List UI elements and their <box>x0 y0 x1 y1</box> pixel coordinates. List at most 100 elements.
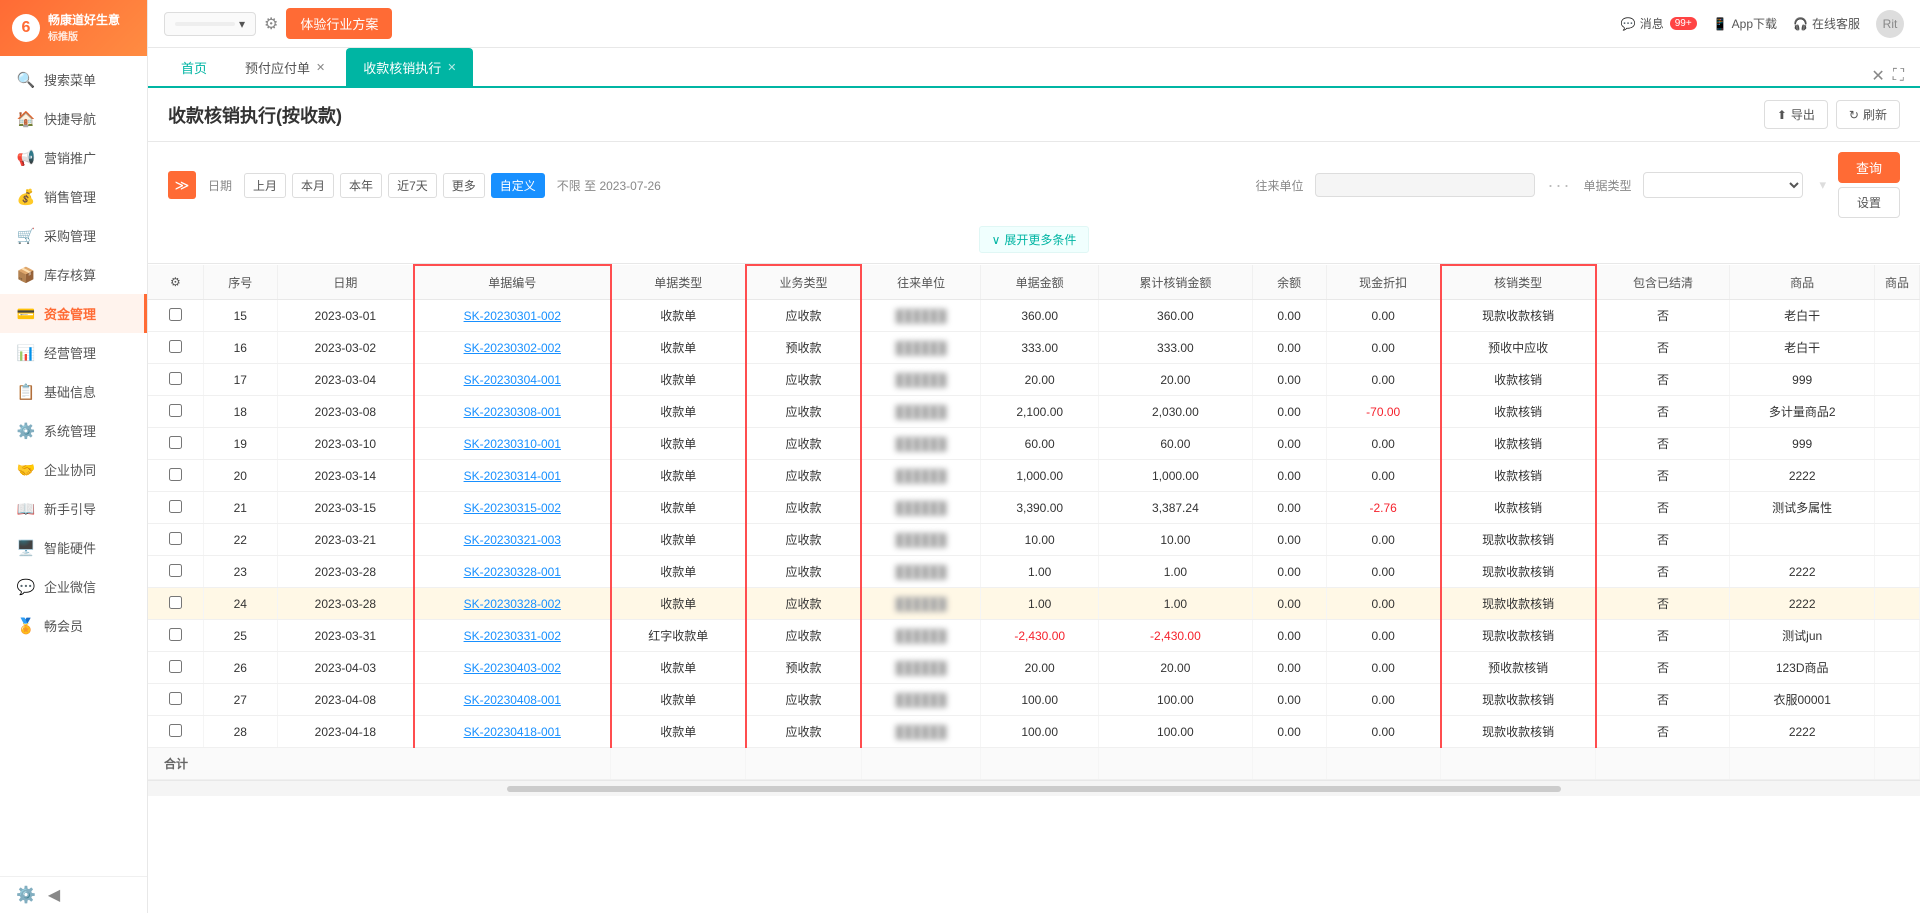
voucher-no-link[interactable]: SK-20230314-001 <box>464 469 561 483</box>
service-btn[interactable]: 🎧 在线客服 <box>1793 15 1860 32</box>
voucher-no-link[interactable]: SK-20230331-002 <box>464 629 561 643</box>
sidebar-item-marketing[interactable]: 📢营销推广 <box>0 138 147 177</box>
td-checkbox[interactable] <box>148 716 203 748</box>
tab-advance[interactable]: 预付应付单 ✕ <box>228 48 342 86</box>
td-voucher-no: SK-20230315-002 <box>414 492 611 524</box>
th-settings[interactable]: ⚙ <box>148 265 203 300</box>
row-checkbox[interactable] <box>169 436 182 449</box>
company-selector[interactable]: ▾ <box>164 12 256 36</box>
message-btn[interactable]: 💬 消息 99+ <box>1621 15 1697 32</box>
sidebar-item-finance[interactable]: 💳资金管理 <box>0 294 147 333</box>
row-checkbox[interactable] <box>169 628 182 641</box>
receipt-tab-close[interactable]: ✕ <box>447 61 456 74</box>
row-checkbox[interactable] <box>169 564 182 577</box>
sidebar-item-operation[interactable]: 📊经营管理 <box>0 333 147 372</box>
td-checkbox[interactable] <box>148 588 203 620</box>
sidebar-item-purchase[interactable]: 🛒采购管理 <box>0 216 147 255</box>
voucher-no-link[interactable]: SK-20230408-001 <box>464 693 561 707</box>
row-checkbox[interactable] <box>169 692 182 705</box>
sidebar-label-hardware: 智能硬件 <box>44 538 96 557</box>
sidebar-item-hardware[interactable]: 🖥️智能硬件 <box>0 528 147 567</box>
td-voucher-no: SK-20230403-002 <box>414 652 611 684</box>
voucher-no-link[interactable]: SK-20230310-001 <box>464 437 561 451</box>
topbar-gear-icon[interactable]: ⚙ <box>264 14 278 34</box>
horizontal-scrollbar[interactable] <box>148 780 1920 796</box>
td-checkbox[interactable] <box>148 556 203 588</box>
sidebar-item-search[interactable]: 🔍搜索菜单 <box>0 60 147 99</box>
row-checkbox[interactable] <box>169 596 182 609</box>
voucher-no-link[interactable]: SK-20230403-002 <box>464 661 561 675</box>
setting-btn[interactable]: 设置 <box>1838 187 1900 218</box>
td-checkbox[interactable] <box>148 300 203 332</box>
tab-expand-icon[interactable]: ⛶ <box>1893 67 1904 85</box>
advance-tab-close[interactable]: ✕ <box>316 61 325 74</box>
custom-date-btn[interactable]: 自定义 <box>491 173 545 198</box>
row-checkbox[interactable] <box>169 500 182 513</box>
td-checkbox[interactable] <box>148 428 203 460</box>
sidebar-item-guide[interactable]: 📖新手引导 <box>0 489 147 528</box>
partner-blurred: ██████ <box>896 533 947 547</box>
user-avatar[interactable]: Rit <box>1876 10 1904 38</box>
td-checkbox[interactable] <box>148 620 203 652</box>
td-checkbox[interactable] <box>148 364 203 396</box>
this-year-btn[interactable]: 本年 <box>340 173 382 198</box>
collapse-filter-btn[interactable]: ≫ <box>168 171 196 199</box>
sidebar-item-system[interactable]: ⚙️系统管理 <box>0 411 147 450</box>
voucher-type-select[interactable] <box>1643 172 1803 198</box>
sidebar-item-wechat[interactable]: 💬企业微信 <box>0 567 147 606</box>
export-btn[interactable]: ⬆ 导出 <box>1764 100 1828 129</box>
row-checkbox[interactable] <box>169 372 182 385</box>
td-product: 999 <box>1730 428 1875 460</box>
sidebar-item-inventory[interactable]: 📦库存核算 <box>0 255 147 294</box>
voucher-no-link[interactable]: SK-20230328-001 <box>464 565 561 579</box>
row-checkbox[interactable] <box>169 340 182 353</box>
more-filter-dots[interactable]: ··· <box>1547 175 1571 196</box>
td-checkbox[interactable] <box>148 524 203 556</box>
column-settings-icon[interactable]: ⚙ <box>170 275 181 289</box>
row-checkbox[interactable] <box>169 532 182 545</box>
voucher-no-link[interactable]: SK-20230308-001 <box>464 405 561 419</box>
sidebar-item-quick[interactable]: 🏠快捷导航 <box>0 99 147 138</box>
row-checkbox[interactable] <box>169 468 182 481</box>
row-checkbox[interactable] <box>169 404 182 417</box>
app-download-btn[interactable]: 📱 App下载 <box>1713 15 1777 32</box>
voucher-no-link[interactable]: SK-20230418-001 <box>464 725 561 739</box>
voucher-no-link[interactable]: SK-20230302-002 <box>464 341 561 355</box>
refresh-btn[interactable]: ↻ 刷新 <box>1836 100 1900 129</box>
sidebar-item-enterprise[interactable]: 🤝企业协同 <box>0 450 147 489</box>
tab-home[interactable]: 首页 <box>164 48 224 86</box>
voucher-no-link[interactable]: SK-20230304-001 <box>464 373 561 387</box>
row-checkbox[interactable] <box>169 724 182 737</box>
more-date-btn[interactable]: 更多 <box>443 173 485 198</box>
last-month-btn[interactable]: 上月 <box>244 173 286 198</box>
td-biz-type: 应收款 <box>746 684 861 716</box>
sidebar-item-sales[interactable]: 💰销售管理 <box>0 177 147 216</box>
tab-close-all-icon[interactable]: ✕ <box>1871 66 1884 86</box>
voucher-no-link[interactable]: SK-20230315-002 <box>464 501 561 515</box>
collapse-icon[interactable]: ◀ <box>48 885 60 905</box>
solution-btn[interactable]: 体验行业方案 <box>286 8 392 39</box>
settings-icon[interactable]: ⚙️ <box>16 885 36 905</box>
td-product2 <box>1874 428 1919 460</box>
table-row: 22 2023-03-21 SK-20230321-003 收款单 应收款 ██… <box>148 524 1920 556</box>
row-checkbox[interactable] <box>169 308 182 321</box>
voucher-no-link[interactable]: SK-20230301-002 <box>464 309 561 323</box>
voucher-no-link[interactable]: SK-20230321-003 <box>464 533 561 547</box>
row-checkbox[interactable] <box>169 660 182 673</box>
query-btn[interactable]: 查询 <box>1838 152 1900 183</box>
voucher-no-link[interactable]: SK-20230328-002 <box>464 597 561 611</box>
td-checkbox[interactable] <box>148 332 203 364</box>
tabbar-right: ✕ ⛶ <box>1871 66 1904 86</box>
td-checkbox[interactable] <box>148 652 203 684</box>
td-checkbox[interactable] <box>148 492 203 524</box>
sidebar-item-basic[interactable]: 📋基础信息 <box>0 372 147 411</box>
expand-more-btn[interactable]: ∨ 展开更多条件 <box>979 226 1090 253</box>
td-checkbox[interactable] <box>148 684 203 716</box>
last-7days-btn[interactable]: 近7天 <box>388 173 437 198</box>
this-month-btn[interactable]: 本月 <box>292 173 334 198</box>
tab-receipt[interactable]: 收款核销执行 ✕ <box>346 48 473 86</box>
td-checkbox[interactable] <box>148 396 203 428</box>
td-checkbox[interactable] <box>148 460 203 492</box>
partner-input[interactable] <box>1315 173 1535 197</box>
sidebar-item-member[interactable]: 🏅畅会员 <box>0 606 147 645</box>
